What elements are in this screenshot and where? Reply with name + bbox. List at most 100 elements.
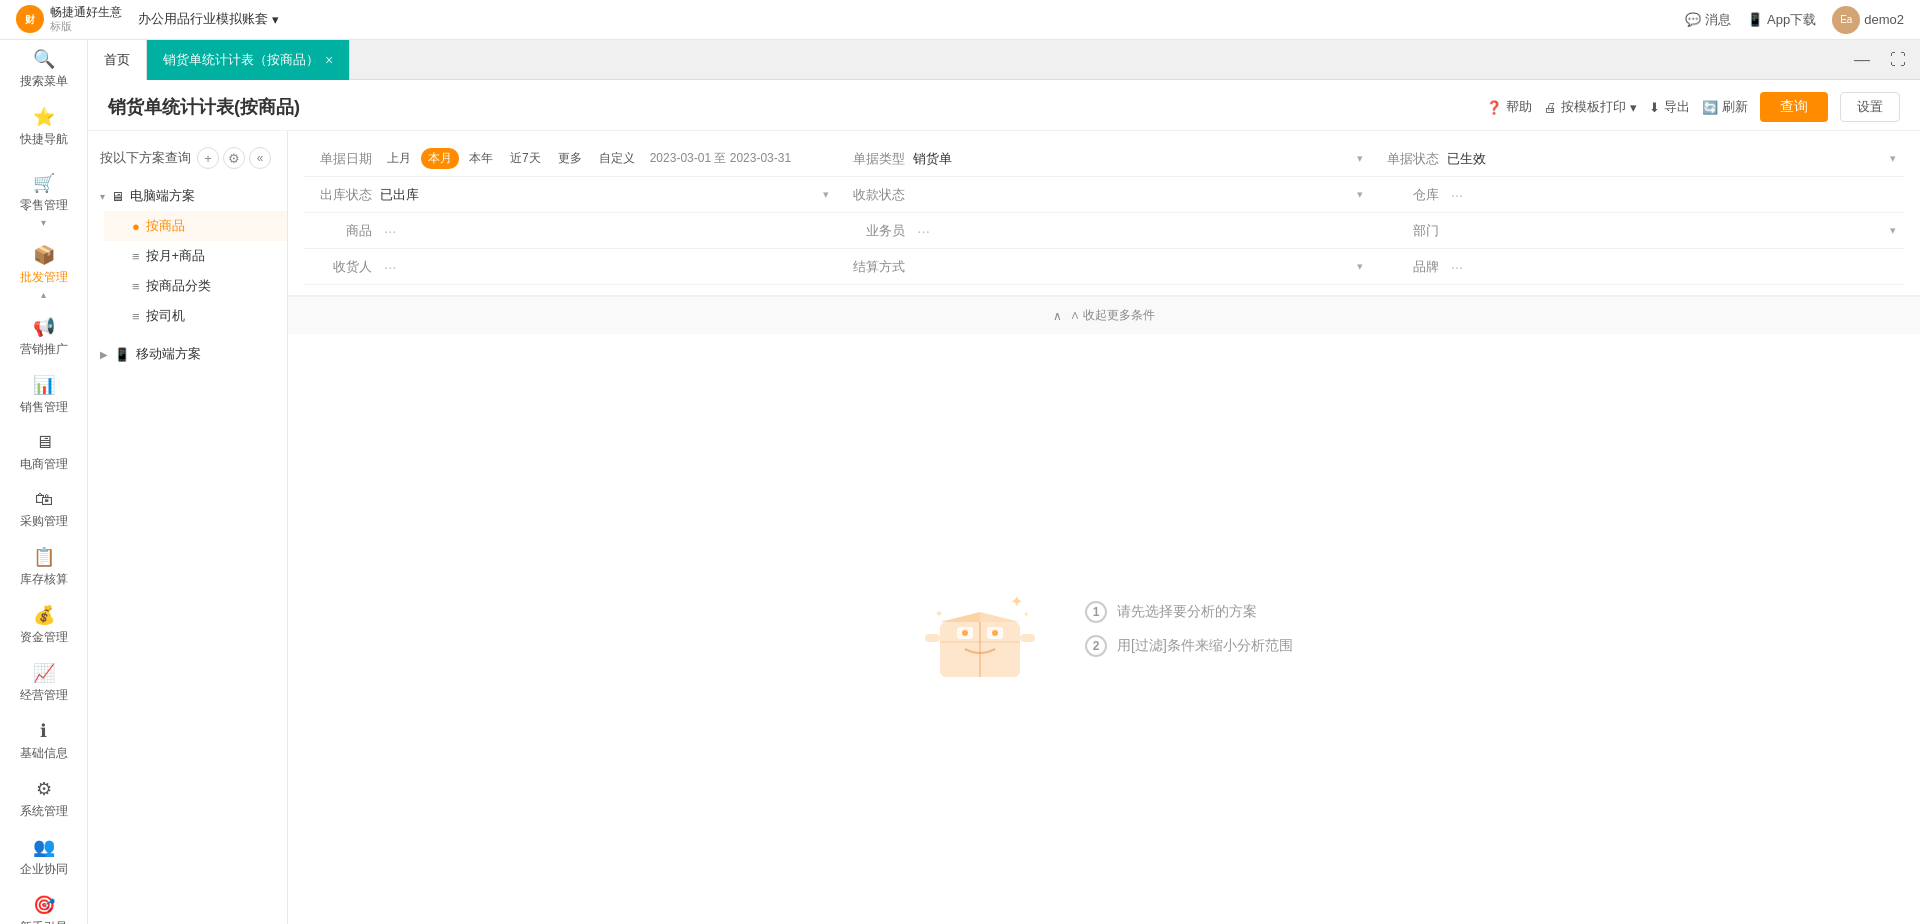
- svg-text:✦: ✦: [935, 608, 943, 619]
- pill-last-month[interactable]: 上月: [380, 148, 418, 169]
- sidebar-item-quicknav[interactable]: ⭐ 快捷导航: [0, 98, 87, 156]
- sidebar-item-finance[interactable]: 💰 资金管理: [0, 596, 87, 654]
- print-button[interactable]: 🖨 按模板打印 ▾: [1544, 98, 1637, 116]
- sidebar-item-wholesale[interactable]: 📦 批发管理 ▴: [0, 236, 87, 308]
- filter-row-2: 出库状态 已出库 ▾ 收款状态 ▾: [304, 177, 1904, 213]
- dept-value[interactable]: ▾: [1447, 224, 1896, 237]
- tab-active[interactable]: 销货单统计计表（按商品） ×: [147, 40, 350, 80]
- receiver-dots[interactable]: ···: [384, 258, 397, 275]
- sidebar-item-search[interactable]: 🔍 搜索菜单: [0, 40, 87, 98]
- page-title: 销货单统计计表(按商品): [108, 95, 300, 119]
- refresh-button[interactable]: 🔄 刷新: [1702, 98, 1748, 116]
- scheme-item-monthgoods[interactable]: ≡ 按月+商品: [104, 241, 287, 271]
- pill-7days[interactable]: 近7天: [503, 148, 548, 169]
- filter-payment-status: 收款状态 ▾: [837, 177, 1370, 213]
- sidebar-item-marketing[interactable]: 📢 营销推广: [0, 308, 87, 366]
- scheme-collapse-button[interactable]: «: [249, 147, 271, 169]
- payment-value[interactable]: ▾: [913, 260, 1362, 273]
- doc-type-text: 销货单: [913, 150, 952, 168]
- goods-value[interactable]: ···: [380, 222, 829, 239]
- filter-doc-status: 单据状态 已生效 ▾: [1371, 141, 1904, 177]
- doc-status-value[interactable]: 已生效 ▾: [1447, 150, 1896, 168]
- message-button[interactable]: 💬 消息: [1685, 11, 1731, 29]
- brand-dots[interactable]: ···: [1451, 258, 1464, 275]
- top-bar: 财 畅捷通好生意 标版 办公用品行业模拟账套 ▾ 💬 消息 📱 App下载 Ea…: [0, 0, 1920, 40]
- export-button[interactable]: ⬇ 导出: [1649, 98, 1690, 116]
- receiver-value[interactable]: ···: [380, 258, 829, 275]
- scheme-add-button[interactable]: +: [197, 147, 219, 169]
- staff-dots[interactable]: ···: [917, 222, 930, 239]
- sidebar-item-inventory[interactable]: 📋 库存核算: [0, 538, 87, 596]
- pill-this-month[interactable]: 本月: [421, 148, 459, 169]
- user-menu[interactable]: Ea demo2: [1832, 6, 1904, 34]
- sidebar-item-label: 电商管理: [20, 456, 68, 473]
- scheme-item-category-label: 按商品分类: [146, 277, 211, 295]
- doc-type-label: 单据类型: [845, 150, 913, 168]
- sidebar-item-ecommerce[interactable]: 🖥 电商管理: [0, 424, 87, 481]
- sidebar-item-retail[interactable]: 🛒 零售管理 ▾: [0, 164, 87, 236]
- payment-status-arrow: ▾: [1357, 188, 1363, 201]
- brand-value[interactable]: ···: [1447, 258, 1896, 275]
- scheme-item-driver[interactable]: ≡ 按司机: [104, 301, 287, 331]
- sales-icon: 📊: [33, 374, 55, 396]
- pill-this-year[interactable]: 本年: [462, 148, 500, 169]
- filter-brand: 品牌 ···: [1371, 249, 1904, 285]
- filter-row-4: 收货人 ··· 结算方式 ▾: [304, 249, 1904, 285]
- sidebar-item-basic[interactable]: ℹ 基础信息: [0, 712, 87, 770]
- filter-goods: 商品 ···: [304, 213, 837, 249]
- sidebar-item-sales[interactable]: 📊 销售管理: [0, 366, 87, 424]
- scheme-group-pc-label: 电脑端方案: [130, 187, 195, 205]
- app-download-button[interactable]: 📱 App下载: [1747, 11, 1816, 29]
- svg-point-8: [992, 630, 998, 636]
- export-label: 导出: [1664, 98, 1690, 116]
- tab-fullscreen-button[interactable]: ⛶: [1884, 46, 1912, 74]
- settings-button[interactable]: 设置: [1840, 92, 1900, 122]
- goods-dots[interactable]: ···: [384, 222, 397, 239]
- filter-staff: 业务员 ···: [837, 213, 1370, 249]
- scheme-group-pc-header[interactable]: ▾ 🖥 电脑端方案: [88, 181, 287, 211]
- tab-close-button[interactable]: ×: [325, 52, 333, 68]
- tab-minimize-button[interactable]: —: [1848, 46, 1876, 74]
- print-label: 按模板打印: [1561, 98, 1626, 116]
- group-expand-icon: ▾: [100, 191, 105, 202]
- print-icon: 🖨: [1544, 100, 1557, 115]
- scheme-item-category[interactable]: ≡ 按商品分类: [104, 271, 287, 301]
- dropdown-icon: ▾: [272, 12, 279, 27]
- tab-bar: 首页 销货单统计计表（按商品） × — ⛶: [88, 40, 1920, 80]
- tab-home[interactable]: 首页: [88, 40, 147, 80]
- sidebar-item-operation[interactable]: 📈 经营管理: [0, 654, 87, 712]
- sidebar-item-purchase[interactable]: 🛍 采购管理: [0, 481, 87, 538]
- svg-text:财: 财: [24, 14, 36, 25]
- outstock-value[interactable]: 已出库 ▾: [380, 186, 829, 204]
- help-button[interactable]: ❓ 帮助: [1486, 98, 1532, 116]
- message-label: 消息: [1705, 11, 1731, 29]
- svg-text:✦: ✦: [1023, 610, 1030, 619]
- sidebar-item-system[interactable]: ⚙ 系统管理: [0, 770, 87, 828]
- warehouse-value[interactable]: ···: [1447, 186, 1896, 203]
- sidebar-item-newbie[interactable]: 🎯 新手引导: [0, 886, 87, 924]
- app-selector[interactable]: 办公用品行业模拟账套 ▾: [130, 6, 287, 32]
- scheme-item-icon: ≡: [132, 249, 140, 264]
- collapse-more-button[interactable]: ∧ ∧ 收起更多条件: [1041, 303, 1167, 328]
- staff-value[interactable]: ···: [913, 222, 1362, 239]
- sidebar-item-label: 基础信息: [20, 745, 68, 762]
- scheme-settings-button[interactable]: ⚙: [223, 147, 245, 169]
- scheme-group-mobile-header[interactable]: ▶ 📱 移动端方案: [88, 339, 287, 369]
- warehouse-dots[interactable]: ···: [1451, 186, 1464, 203]
- payment-status-value[interactable]: ▾: [913, 188, 1362, 201]
- empty-state: ✦ ✦ ✦ 1 请先选择要分析的方案: [288, 334, 1920, 924]
- top-bar-right: 💬 消息 📱 App下载 Ea demo2: [1685, 6, 1904, 34]
- sidebar-item-label: 资金管理: [20, 629, 68, 646]
- pill-more[interactable]: 更多: [551, 148, 589, 169]
- doc-type-value[interactable]: 销货单 ▾: [913, 150, 1362, 168]
- pill-custom[interactable]: 自定义: [592, 148, 642, 169]
- doc-type-arrow: ▾: [1357, 152, 1363, 165]
- svg-rect-9: [925, 634, 940, 642]
- top-bar-left: 财 畅捷通好生意 标版 办公用品行业模拟账套 ▾: [16, 5, 287, 34]
- collapse-arrow-icon: ∧: [1053, 309, 1062, 323]
- scheme-group-icon: 🖥: [111, 189, 124, 204]
- sidebar-item-corp[interactable]: 👥 企业协同: [0, 828, 87, 886]
- query-button[interactable]: 查询: [1760, 92, 1828, 122]
- star-icon: ⭐: [33, 106, 55, 128]
- scheme-item-bygoods[interactable]: ● 按商品: [104, 211, 287, 241]
